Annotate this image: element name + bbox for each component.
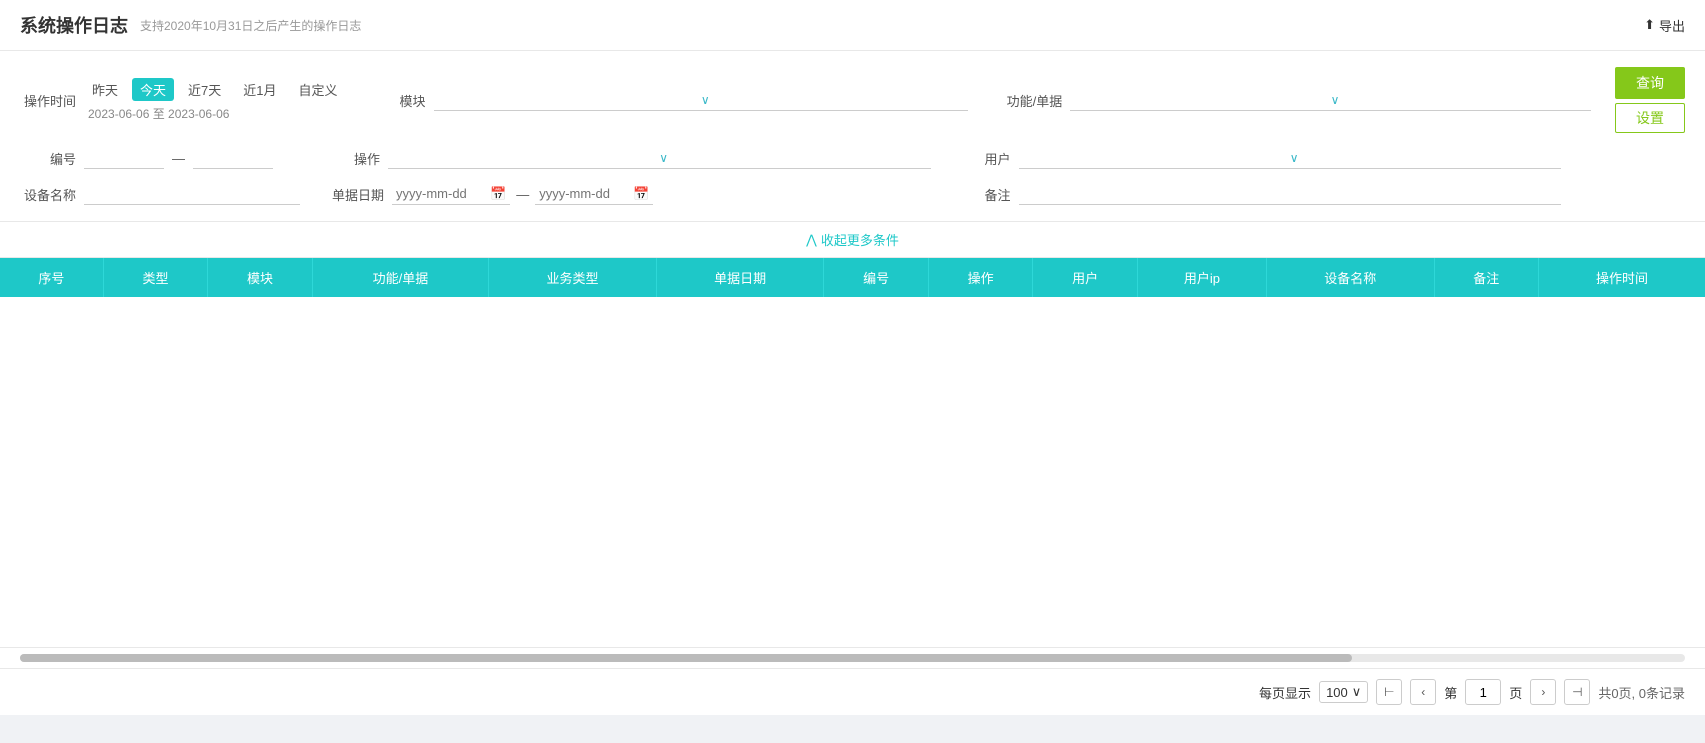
number-input-start[interactable] [84, 147, 164, 169]
table-container: 序号 类型 模块 功能/单据 业务类型 单据日期 编号 操作 用户 用户ip 设… [0, 258, 1705, 647]
number-label: 编号 [20, 149, 76, 168]
col-seq: 序号 [0, 258, 103, 297]
date-end-input[interactable] [539, 186, 629, 201]
query-button[interactable]: 查询 [1615, 67, 1685, 99]
time-btn-7days[interactable]: 近7天 [180, 78, 229, 101]
operation-select[interactable]: ∨ [388, 148, 931, 169]
time-btn-1month[interactable]: 近1月 [235, 78, 284, 101]
collapse-bar[interactable]: ⋀ 收起更多条件 [0, 222, 1705, 258]
page-number-input[interactable] [1465, 679, 1501, 705]
time-btn-custom[interactable]: 自定义 [291, 78, 346, 101]
col-number: 编号 [824, 258, 928, 297]
voucher-date-filter-group: 单据日期 📅 — 📅 [324, 184, 931, 205]
user-chevron-icon: ∨ [1290, 151, 1557, 165]
filter-row-3: 设备名称 单据日期 📅 — 📅 备注 [20, 183, 1685, 205]
date-start-wrap: 📅 [392, 184, 510, 205]
filter-row-1: 操作时间 昨天 今天 近7天 近1月 自定义 2023-06-06 至 2023… [20, 67, 1685, 133]
number-filter-group: 编号 — [20, 147, 300, 169]
page-header: 系统操作日志 支持2020年10月31日之后产生的操作日志 ⬆ 导出 [0, 0, 1705, 51]
note-input[interactable] [1019, 183, 1562, 205]
page-label: 第 [1444, 683, 1457, 702]
prev-page-button[interactable]: ‹ [1410, 679, 1436, 705]
device-filter-group: 设备名称 [20, 183, 300, 205]
time-range-display: 2023-06-06 至 2023-06-06 [88, 105, 346, 122]
user-filter-group: 用户 ∨ [955, 148, 1562, 169]
table-header: 序号 类型 模块 功能/单据 业务类型 单据日期 编号 操作 用户 用户ip 设… [0, 258, 1705, 297]
col-module: 模块 [208, 258, 312, 297]
col-biz-type: 业务类型 [489, 258, 657, 297]
module-label: 模块 [370, 91, 426, 110]
number-input-end[interactable] [193, 147, 273, 169]
note-label: 备注 [955, 185, 1011, 204]
col-note: 备注 [1434, 258, 1538, 297]
function-chevron-icon: ∨ [1331, 93, 1587, 107]
filter-panel: 操作时间 昨天 今天 近7天 近1月 自定义 2023-06-06 至 2023… [0, 51, 1705, 222]
user-label: 用户 [955, 149, 1011, 168]
function-label: 功能/单据 [992, 91, 1062, 110]
scroll-bar-area [0, 647, 1705, 668]
page-size-select[interactable]: 100 ∨ [1319, 681, 1368, 703]
function-filter-group: 功能/单据 ∨ [992, 90, 1591, 111]
total-info: 共0页, 0条记录 [1598, 683, 1685, 702]
col-operation: 操作 [928, 258, 1032, 297]
col-type: 类型 [103, 258, 207, 297]
filter-row-2: 编号 — 操作 ∨ 用户 ∨ [20, 147, 1685, 169]
time-btn-yesterday[interactable]: 昨天 [84, 78, 126, 101]
module-chevron-icon: ∨ [701, 93, 964, 107]
page-title: 系统操作日志 [20, 12, 128, 38]
function-select[interactable]: ∨ [1070, 90, 1591, 111]
operation-label: 操作 [324, 149, 380, 168]
last-page-button[interactable]: ⊣ [1564, 679, 1590, 705]
col-user: 用户 [1033, 258, 1137, 297]
time-label: 操作时间 [20, 91, 76, 110]
note-filter-group: 备注 [955, 183, 1562, 205]
voucher-date-label: 单据日期 [324, 185, 384, 204]
date-start-input[interactable] [396, 186, 486, 201]
col-device: 设备名称 [1266, 258, 1434, 297]
col-op-time: 操作时间 [1539, 258, 1705, 297]
date-range: 📅 — 📅 [392, 184, 931, 205]
time-filter-group: 操作时间 昨天 今天 近7天 近1月 自定义 2023-06-06 至 2023… [20, 78, 346, 122]
table-header-row: 序号 类型 模块 功能/单据 业务类型 单据日期 编号 操作 用户 用户ip 设… [0, 258, 1705, 297]
calendar-start-icon[interactable]: 📅 [490, 186, 506, 202]
time-buttons: 昨天 今天 近7天 近1月 自定义 [84, 78, 346, 101]
device-label: 设备名称 [20, 185, 76, 204]
page-unit: 页 [1509, 683, 1522, 702]
settings-button[interactable]: 设置 [1615, 103, 1685, 133]
export-icon: ⬆ [1644, 17, 1655, 33]
page-size-value: 100 [1326, 685, 1348, 700]
first-page-button[interactable]: ⊢ [1376, 679, 1402, 705]
scroll-track [20, 654, 1685, 662]
scroll-thumb[interactable] [20, 654, 1352, 662]
number-dash: — [172, 151, 185, 166]
device-input[interactable] [84, 183, 300, 205]
page-subtitle: 支持2020年10月31日之后产生的操作日志 [140, 17, 361, 34]
user-select[interactable]: ∨ [1019, 148, 1562, 169]
page-size-chevron-icon: ∨ [1352, 684, 1362, 700]
calendar-end-icon[interactable]: 📅 [633, 186, 649, 202]
pagination-bar: 每页显示 100 ∨ ⊢ ‹ 第 页 › ⊣ 共0页, 0条记录 [0, 668, 1705, 715]
data-table: 序号 类型 模块 功能/单据 业务类型 单据日期 编号 操作 用户 用户ip 设… [0, 258, 1705, 297]
collapse-label: 收起更多条件 [821, 230, 899, 249]
time-filter: 昨天 今天 近7天 近1月 自定义 2023-06-06 至 2023-06-0… [84, 78, 346, 122]
empty-area [0, 297, 1705, 647]
module-filter-group: 模块 ∨ [370, 90, 969, 111]
next-page-button[interactable]: › [1530, 679, 1556, 705]
col-function: 功能/单据 [312, 258, 488, 297]
collapse-up-icon: ⋀ [806, 232, 817, 248]
date-dash: — [516, 187, 529, 202]
module-select[interactable]: ∨ [434, 90, 969, 111]
col-user-ip: 用户ip [1137, 258, 1266, 297]
time-btn-today[interactable]: 今天 [132, 78, 174, 101]
per-page-label: 每页显示 [1259, 683, 1311, 702]
operation-chevron-icon: ∨ [659, 151, 926, 165]
export-button[interactable]: ⬆ 导出 [1644, 16, 1685, 35]
col-voucher-date: 单据日期 [656, 258, 824, 297]
action-buttons: 查询 设置 [1615, 67, 1685, 133]
date-end-wrap: 📅 [535, 184, 653, 205]
operation-filter-group: 操作 ∨ [324, 148, 931, 169]
